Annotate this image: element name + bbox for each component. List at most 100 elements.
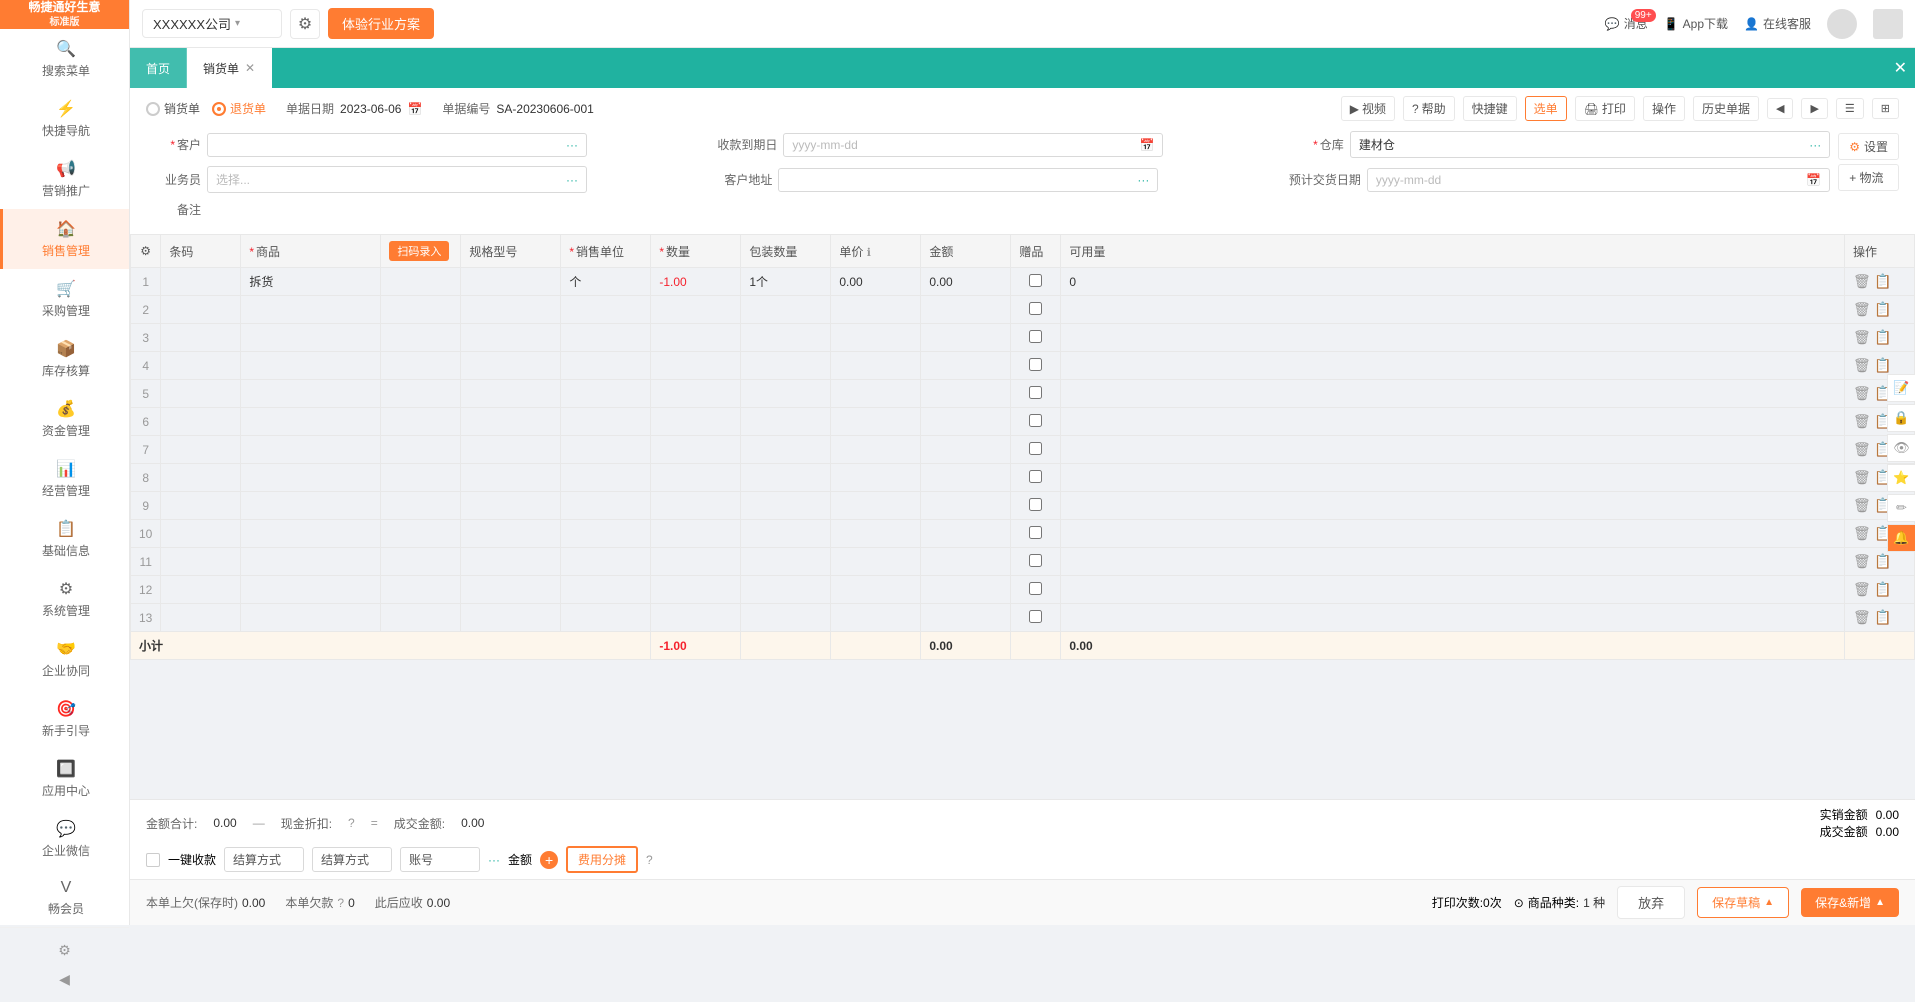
cell-amount[interactable] <box>921 352 1011 380</box>
cell-price[interactable] <box>831 352 921 380</box>
cell-qty[interactable] <box>651 604 741 632</box>
cell-unit[interactable] <box>561 464 651 492</box>
customer-address-input[interactable]: ··· <box>778 168 1158 192</box>
cell-price[interactable] <box>831 464 921 492</box>
copy-icon[interactable]: 📋 <box>1874 273 1891 289</box>
next-btn[interactable]: ▶ <box>1801 98 1827 119</box>
cell-amount[interactable] <box>921 464 1011 492</box>
sidebar-item-wechat[interactable]: 💬企业微信 <box>0 809 129 869</box>
sidebar-item-quicknav[interactable]: ⚡快捷导航 <box>0 89 129 149</box>
cell-price[interactable] <box>831 380 921 408</box>
cell-price[interactable] <box>831 408 921 436</box>
cell-gift[interactable] <box>1011 464 1061 492</box>
cell-qty[interactable]: -1.00 <box>651 268 741 296</box>
select-btn[interactable]: 选单 <box>1525 96 1567 121</box>
cell-pkg-qty[interactable] <box>741 352 831 380</box>
tab-home[interactable]: 首页 <box>130 48 187 88</box>
sidebar-item-system[interactable]: ⚙系统管理 <box>0 569 129 629</box>
company-selector[interactable]: XXXXXX公司 ▾ <box>142 9 282 38</box>
cell-pkg-qty[interactable] <box>741 464 831 492</box>
cell-amount[interactable]: 0.00 <box>921 268 1011 296</box>
payment-account-input[interactable]: 账号 <box>400 847 480 872</box>
cell-spec[interactable] <box>461 436 561 464</box>
cell-spec[interactable] <box>461 352 561 380</box>
cell-unit[interactable] <box>561 520 651 548</box>
messages-action[interactable]: 💬 消息 99+ <box>1605 15 1648 32</box>
delete-icon[interactable]: 🗑 <box>1853 273 1871 289</box>
gift-checkbox[interactable] <box>1029 610 1042 623</box>
rfloat-note[interactable]: 📝 <box>1887 374 1915 402</box>
cell-amount[interactable] <box>921 380 1011 408</box>
sidebar-item-enterprise[interactable]: 🤝企业协同 <box>0 629 129 689</box>
tab-close-icon[interactable]: ✕ <box>245 61 255 75</box>
cell-barcode[interactable] <box>161 548 241 576</box>
gift-checkbox[interactable] <box>1029 274 1042 287</box>
cell-product[interactable] <box>241 408 381 436</box>
debit-help-icon[interactable]: ? <box>337 896 344 910</box>
cell-amount[interactable] <box>921 604 1011 632</box>
cell-barcode[interactable] <box>161 436 241 464</box>
sidebar-settings[interactable]: ⚙ <box>0 936 129 965</box>
expected-date-input[interactable]: yyyy-mm-dd 📅 <box>1367 168 1830 192</box>
cell-spec[interactable] <box>461 492 561 520</box>
sidebar-item-guide[interactable]: 🎯新手引导 <box>0 689 129 749</box>
cell-amount[interactable] <box>921 296 1011 324</box>
expense-help-icon[interactable]: ? <box>646 853 653 867</box>
cell-product[interactable] <box>241 352 381 380</box>
copy-icon[interactable]: 📋 <box>1874 553 1891 569</box>
avatar[interactable] <box>1827 9 1857 39</box>
delete-icon[interactable]: 🗑 <box>1853 329 1871 345</box>
salesperson-input[interactable]: 选择... ··· <box>207 166 587 193</box>
sidebar-item-marketing[interactable]: 📢营销推广 <box>0 149 129 209</box>
cell-qty[interactable] <box>651 296 741 324</box>
cell-pkg-qty[interactable] <box>741 436 831 464</box>
cell-gift[interactable] <box>1011 436 1061 464</box>
cell-amount[interactable] <box>921 408 1011 436</box>
cell-price[interactable] <box>831 436 921 464</box>
copy-icon[interactable]: 📋 <box>1874 357 1891 373</box>
cell-barcode[interactable] <box>161 268 241 296</box>
cell-spec[interactable] <box>461 520 561 548</box>
sidebar-item-sales[interactable]: 🏠销售管理 <box>0 209 129 269</box>
cell-amount[interactable] <box>921 520 1011 548</box>
cell-spec[interactable] <box>461 464 561 492</box>
cell-spec[interactable] <box>461 604 561 632</box>
history-btn[interactable]: 历史单据 <box>1693 96 1759 121</box>
cell-barcode[interactable] <box>161 576 241 604</box>
rfloat-star[interactable]: ⭐ <box>1887 464 1915 492</box>
th-gear[interactable]: ⚙ <box>131 235 161 268</box>
cell-spec[interactable] <box>461 548 561 576</box>
cell-unit[interactable] <box>561 408 651 436</box>
cell-pkg-qty[interactable] <box>741 408 831 436</box>
cell-product[interactable] <box>241 464 381 492</box>
gift-checkbox[interactable] <box>1029 414 1042 427</box>
gift-checkbox[interactable] <box>1029 526 1042 539</box>
save-new-btn[interactable]: 保存&新增 ▲ <box>1801 888 1899 917</box>
cell-price[interactable] <box>831 324 921 352</box>
cell-amount[interactable] <box>921 576 1011 604</box>
customer-input[interactable]: ··· <box>207 133 587 157</box>
rfloat-edit[interactable]: ✏ <box>1887 494 1915 522</box>
cell-product[interactable] <box>241 604 381 632</box>
cell-price[interactable] <box>831 296 921 324</box>
cell-unit[interactable] <box>561 604 651 632</box>
sidebar-collapse[interactable]: ◀ <box>0 965 129 994</box>
app-download-action[interactable]: 📱 App下载 <box>1664 15 1728 32</box>
cell-barcode[interactable] <box>161 520 241 548</box>
cell-barcode[interactable] <box>161 352 241 380</box>
cell-unit[interactable] <box>561 352 651 380</box>
cell-pkg-qty[interactable] <box>741 492 831 520</box>
cell-qty[interactable] <box>651 576 741 604</box>
cell-spec[interactable] <box>461 268 561 296</box>
settings-button[interactable]: ⚙ <box>290 9 320 39</box>
cell-barcode[interactable] <box>161 464 241 492</box>
cell-pkg-qty[interactable] <box>741 324 831 352</box>
sidebar-item-purchase[interactable]: 🛒采购管理 <box>0 269 129 329</box>
cell-spec[interactable] <box>461 324 561 352</box>
cell-gift[interactable] <box>1011 576 1061 604</box>
delete-icon[interactable]: 🗑 <box>1853 413 1871 429</box>
experience-btn[interactable]: 体验行业方案 <box>328 8 434 39</box>
cell-spec[interactable] <box>461 380 561 408</box>
cell-amount[interactable] <box>921 492 1011 520</box>
cell-spec[interactable] <box>461 408 561 436</box>
